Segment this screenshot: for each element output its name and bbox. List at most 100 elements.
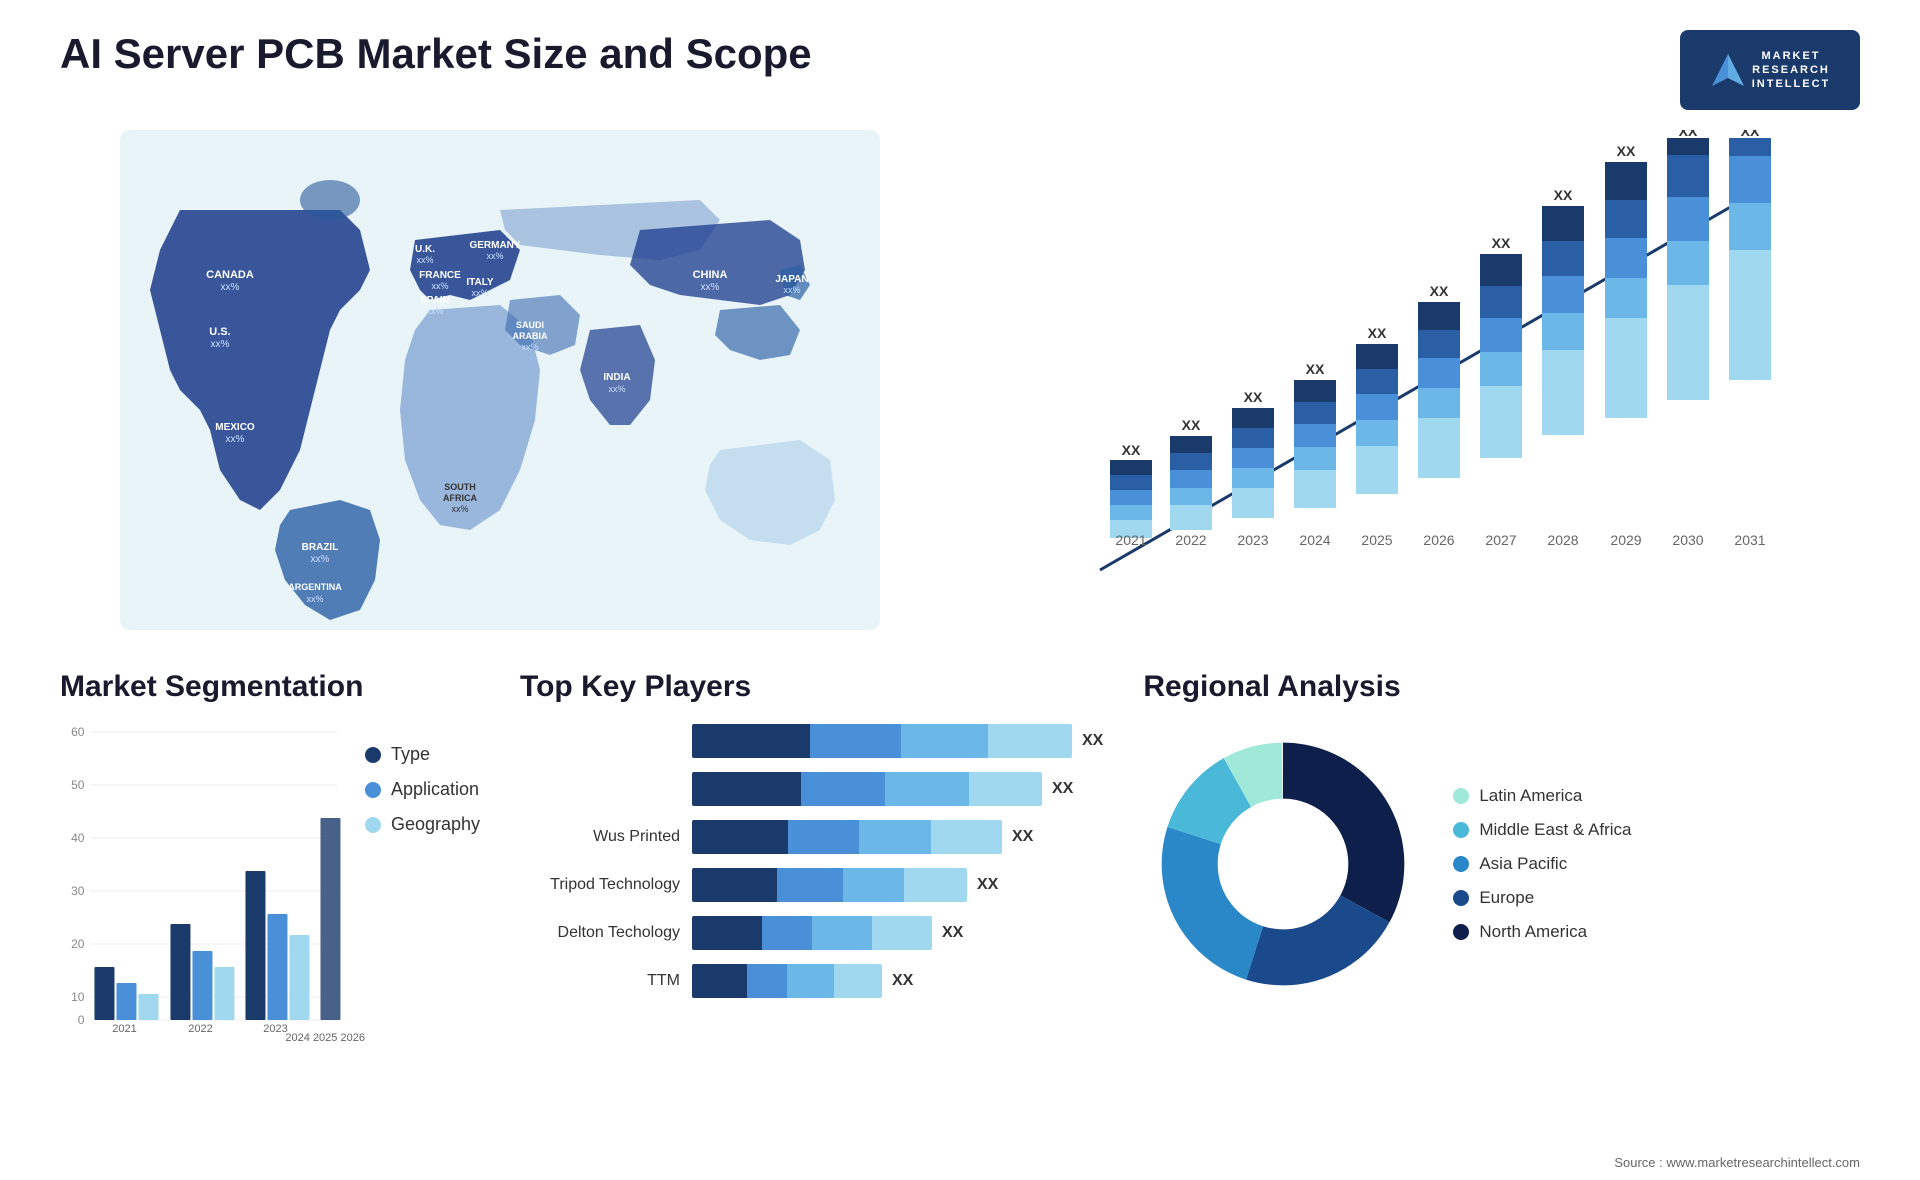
bar-2030: XX 2030: [1667, 130, 1709, 548]
player-row-ttm: TTM XX: [520, 964, 1103, 998]
svg-text:XX: XX: [1492, 235, 1511, 251]
regional-analysis: Regional Analysis: [1143, 670, 1860, 1150]
svg-text:xx%: xx%: [783, 285, 800, 295]
svg-text:2021: 2021: [112, 1023, 136, 1035]
map-label-argentina: ARGENTINA: [288, 582, 342, 592]
player-name-wus: Wus Printed: [520, 828, 680, 846]
legend-north-america: North America: [1453, 922, 1631, 942]
seg-bar-2022-app: [192, 951, 212, 1020]
legend-europe-dot: [1453, 890, 1469, 906]
svg-text:xx%: xx%: [701, 282, 720, 293]
player-row-wus: Wus Printed XX: [520, 820, 1103, 854]
regional-title: Regional Analysis: [1143, 670, 1860, 704]
map-label-south-africa: SOUTH: [444, 482, 476, 492]
svg-text:2023: 2023: [263, 1023, 287, 1035]
bottom-section: Market Segmentation 60 50 40 30 20 10 0: [60, 670, 1860, 1150]
seg-bar-2021-geo: [138, 994, 158, 1020]
map-label-brazil: BRAZIL: [302, 542, 339, 553]
bar-2024: XX 2024: [1294, 361, 1336, 548]
player-val-1: XX: [1082, 732, 1103, 750]
logo-text-line1: MARKET: [1752, 49, 1831, 63]
svg-text:2024: 2024: [1299, 532, 1330, 548]
player-val-wus: XX: [1012, 828, 1033, 846]
bar-2028: XX 2028: [1542, 187, 1584, 548]
bar-2026: XX 2026: [1418, 283, 1460, 548]
svg-text:2025: 2025: [1361, 532, 1392, 548]
player-val-delton: XX: [942, 924, 963, 942]
svg-text:2023: 2023: [1237, 532, 1268, 548]
growth-bar-chart: XX 2021 XX 2022: [980, 130, 1860, 630]
svg-text:2022: 2022: [1175, 532, 1206, 548]
svg-text:2021: 2021: [1115, 532, 1146, 548]
key-players-title: Top Key Players: [520, 670, 1103, 704]
map-label-italy: ITALY: [466, 277, 494, 288]
svg-text:2026: 2026: [1423, 532, 1454, 548]
player-bars-list: XX XX: [520, 724, 1103, 998]
player-val-ttm: XX: [892, 972, 913, 990]
svg-text:AFRICA: AFRICA: [443, 493, 477, 503]
world-map-svg: CANADA xx% U.S. xx% MEXICO xx% BRAZIL xx…: [60, 130, 940, 630]
seg-bar-placeholder: [320, 818, 340, 1020]
seg-chart-container: 60 50 40 30 20 10 0: [60, 724, 345, 1044]
player-bar-delton: [692, 916, 932, 950]
legend-mea-label: Middle East & Africa: [1479, 820, 1631, 840]
map-label-france: FRANCE: [419, 270, 461, 281]
player-bar-wrap-tripod: XX: [692, 868, 1103, 902]
top-section: CANADA xx% U.S. xx% MEXICO xx% BRAZIL xx…: [60, 130, 1860, 630]
legend-type-label: Type: [391, 744, 430, 765]
segmentation-title: Market Segmentation: [60, 670, 480, 704]
svg-text:0: 0: [78, 1013, 85, 1027]
market-segmentation: Market Segmentation 60 50 40 30 20 10 0: [60, 670, 480, 1150]
map-label-japan: JAPAN: [775, 274, 808, 285]
svg-text:XX: XX: [1368, 325, 1387, 341]
bar-2027: XX 2027: [1480, 235, 1522, 548]
player-bar-wrap-ttm: XX: [692, 964, 1103, 998]
svg-text:2027: 2027: [1485, 532, 1516, 548]
svg-text:xx%: xx%: [451, 504, 468, 514]
legend-geography: Geography: [365, 814, 480, 835]
seg-bar-2022-geo: [214, 967, 234, 1020]
map-label-saudi: SAUDI: [516, 320, 544, 330]
svg-text:xx%: xx%: [426, 306, 443, 316]
legend-app-label: Application: [391, 779, 479, 800]
legend-europe: Europe: [1453, 888, 1631, 908]
svg-text:xx%: xx%: [416, 255, 433, 265]
map-label-india: INDIA: [603, 372, 630, 383]
legend-mea: Middle East & Africa: [1453, 820, 1631, 840]
player-row-1: XX: [520, 724, 1103, 758]
svg-text:2029: 2029: [1610, 532, 1641, 548]
map-label-uk: U.K.: [415, 244, 435, 255]
legend-na-dot: [1453, 924, 1469, 940]
player-row-2: XX: [520, 772, 1103, 806]
svg-text:xx%: xx%: [311, 554, 330, 565]
player-bar-wrap-wus: XX: [692, 820, 1103, 854]
map-label-germany: GERMANY: [469, 240, 520, 251]
player-bar-wrap-delton: XX: [692, 916, 1103, 950]
svg-text:XX: XX: [1554, 187, 1573, 203]
regional-legend: Latin America Middle East & Africa Asia …: [1453, 786, 1631, 942]
legend-mea-dot: [1453, 822, 1469, 838]
svg-text:xx%: xx%: [521, 342, 538, 352]
svg-text:xx%: xx%: [211, 339, 230, 350]
svg-text:XX: XX: [1122, 442, 1141, 458]
svg-text:xx%: xx%: [486, 251, 503, 261]
player-bar-2: [692, 772, 1042, 806]
svg-text:10: 10: [71, 990, 85, 1004]
key-players: Top Key Players XX: [520, 670, 1103, 1150]
player-bar-ttm: [692, 964, 882, 998]
seg-bar-2023-geo: [289, 935, 309, 1020]
bar-chart-svg: XX 2021 XX 2022: [980, 130, 1860, 630]
bar-2029: XX 2029: [1605, 143, 1647, 548]
legend-asia-label: Asia Pacific: [1479, 854, 1567, 874]
player-name-ttm: TTM: [520, 972, 680, 990]
legend-asia-dot: [1453, 856, 1469, 872]
player-row-tripod: Tripod Technology XX: [520, 868, 1103, 902]
legend-geo-dot: [365, 817, 381, 833]
legend-latin-dot: [1453, 788, 1469, 804]
legend-type-dot: [365, 747, 381, 763]
bar-2022: XX 2022: [1170, 417, 1212, 548]
svg-text:50: 50: [71, 778, 85, 792]
player-bar-1: [692, 724, 1072, 758]
source-text: Source : www.marketresearchintellect.com: [1614, 1155, 1860, 1170]
legend-latin-america: Latin America: [1453, 786, 1631, 806]
